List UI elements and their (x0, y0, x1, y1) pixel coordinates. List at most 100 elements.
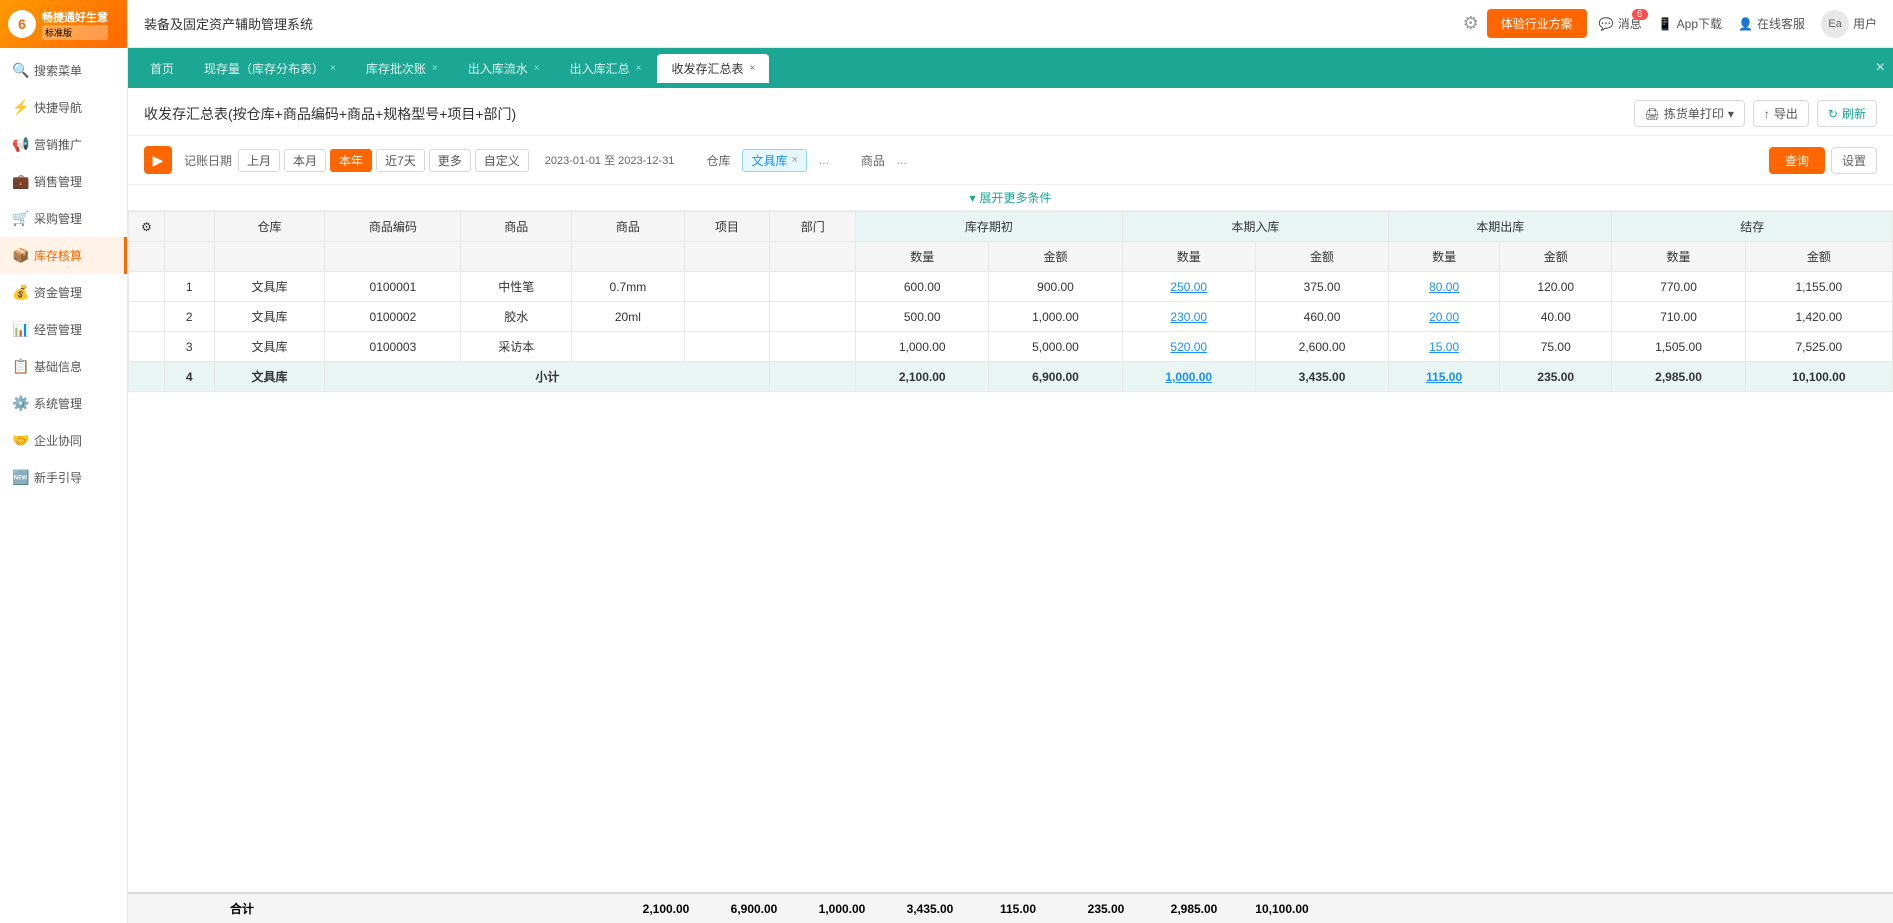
sidebar-icon-3: 💼 (12, 173, 28, 190)
col-no (165, 212, 215, 242)
sub-in-qty: 数量 (1122, 242, 1255, 272)
export-button[interactable]: ↑ 导出 (1753, 100, 1809, 127)
sidebar-item-6[interactable]: 💰资金管理 (0, 274, 127, 311)
out-qty-link[interactable]: 15.00 (1429, 340, 1459, 354)
sidebar-item-7[interactable]: 📊经营管理 (0, 311, 127, 348)
trial-button[interactable]: 体验行业方案 (1487, 9, 1587, 38)
col-settings[interactable]: ⚙ (129, 212, 165, 242)
refresh-button[interactable]: ↻ 刷新 (1817, 100, 1877, 127)
tab-close-3[interactable]: × (534, 63, 540, 74)
out-qty-link[interactable]: 115.00 (1426, 370, 1462, 384)
footer-in-amt: 3,435.00 (886, 902, 974, 916)
date-btn-2[interactable]: 本年 (330, 149, 372, 172)
filter-setting-button[interactable]: 设置 (1831, 147, 1877, 174)
sidebar-item-5[interactable]: 📦库存核算 (0, 237, 127, 274)
footer-bal-qty: 2,985.00 (1150, 902, 1238, 916)
sidebar-item-3[interactable]: 💼销售管理 (0, 163, 127, 200)
sub-bal-qty: 数量 (1612, 242, 1745, 272)
warehouse-tag-close[interactable]: × (791, 154, 797, 166)
col-spec-header: 商品 (572, 212, 684, 242)
tab-0[interactable]: 首页 (136, 54, 188, 83)
query-button[interactable]: 查询 (1769, 147, 1825, 174)
warehouse-tag[interactable]: 文具库 × (742, 149, 806, 172)
sidebar-item-4[interactable]: 🛒采购管理 (0, 200, 127, 237)
tab-3[interactable]: 出入库流水 × (454, 54, 554, 83)
cell-bal-amt: 7,525.00 (1745, 332, 1892, 362)
sidebar-nav: 🔍搜索菜单⚡快捷导航📢营销推广💼销售管理🛒采购管理📦库存核算💰资金管理📊经营管理… (0, 48, 127, 923)
tab-bar: 首页现存量（库存分布表）×库存批次账×出入库流水×出入库汇总×收发存汇总表×× (128, 48, 1893, 88)
logo-icon: 6 (8, 10, 36, 38)
warehouse-more[interactable]: ... (819, 153, 829, 167)
app-download-item[interactable]: 📱 App下载 (1658, 15, 1722, 32)
print-button[interactable]: 🖨 拣货单打印 ▾ (1634, 100, 1745, 127)
cell-no: 2 (165, 302, 215, 332)
sidebar-item-10[interactable]: 🤝企业协同 (0, 422, 127, 459)
sidebar-label-10: 企业协同 (34, 432, 82, 449)
table-row: 4 文具库 小计 2,100.00 6,900.00 1,000.00 3,43… (129, 362, 1893, 392)
col-dept-header: 部门 (770, 212, 856, 242)
sidebar-item-2[interactable]: 📢营销推广 (0, 126, 127, 163)
filter-expand-button[interactable]: ▶ (144, 146, 172, 174)
tab-close-2[interactable]: × (432, 63, 438, 74)
cell-settings (129, 332, 165, 362)
sidebar-label-8: 基础信息 (34, 358, 82, 375)
sidebar-label-6: 资金管理 (34, 284, 82, 301)
sidebar-label-2: 营销推广 (34, 136, 82, 153)
sidebar-item-9[interactable]: ⚙️系统管理 (0, 385, 127, 422)
cell-name: 胶水 (461, 302, 572, 332)
tab-2[interactable]: 库存批次账× (352, 54, 452, 83)
print-icon: 🖨 (1645, 107, 1660, 121)
expand-label: 展开更多条件 (980, 189, 1052, 206)
tab-bar-close-all[interactable]: × (1876, 59, 1885, 77)
out-qty-link[interactable]: 20.00 (1429, 310, 1459, 324)
tab-close-5[interactable]: × (749, 63, 755, 74)
sidebar-item-1[interactable]: ⚡快捷导航 (0, 89, 127, 126)
date-btn-1[interactable]: 本月 (284, 149, 326, 172)
in-qty-link[interactable]: 230.00 (1170, 310, 1207, 324)
sidebar-item-11[interactable]: 🆕新手引导 (0, 459, 127, 496)
in-qty-link[interactable]: 1,000.00 (1165, 370, 1212, 384)
cell-open-amt: 6,900.00 (989, 362, 1122, 392)
sub-settings (129, 242, 165, 272)
settings-icon[interactable]: ⚙ (1463, 13, 1479, 34)
sub-name (461, 242, 572, 272)
sidebar-item-0[interactable]: 🔍搜索菜单 (0, 52, 127, 89)
cell-out-amt: 40.00 (1500, 302, 1612, 332)
date-btn-4[interactable]: 更多 (429, 149, 471, 172)
footer-label: 合计 (202, 900, 282, 917)
user-item[interactable]: Ea 用户 (1821, 10, 1877, 38)
date-btn-3[interactable]: 近7天 (376, 149, 425, 172)
expand-conditions-bar[interactable]: ▾ 展开更多条件 (128, 185, 1893, 211)
tab-5[interactable]: 收发存汇总表× (657, 54, 769, 83)
cell-open-qty: 500.00 (856, 302, 989, 332)
group-opening-header: 库存期初 (856, 212, 1123, 242)
tab-1[interactable]: 现存量（库存分布表）× (190, 54, 350, 83)
chevron-down-icon: ▾ (1728, 107, 1734, 121)
sidebar-logo: 6 畅捷通好生意 标准版 (0, 0, 127, 48)
cell-no: 4 (165, 362, 215, 392)
cell-subtotal: 小计 (325, 362, 770, 392)
cell-bal-qty: 710.00 (1612, 302, 1745, 332)
goods-label: 商品 (861, 152, 885, 169)
date-btn-0[interactable]: 上月 (238, 149, 280, 172)
tab-close-4[interactable]: × (636, 63, 642, 74)
cell-dept (770, 272, 856, 302)
cell-dept (770, 302, 856, 332)
tab-label-3: 出入库流水 (468, 60, 528, 77)
date-btn-5[interactable]: 自定义 (475, 149, 529, 172)
online-service-item[interactable]: 👤 在线客服 (1738, 15, 1805, 32)
sub-no (165, 242, 215, 272)
footer-open-qty: 2,100.00 (622, 902, 710, 916)
goods-more[interactable]: ... (897, 153, 907, 167)
out-qty-link[interactable]: 80.00 (1429, 280, 1459, 294)
in-qty-link[interactable]: 250.00 (1170, 280, 1207, 294)
sidebar-item-8[interactable]: 📋基础信息 (0, 348, 127, 385)
tab-close-1[interactable]: × (330, 63, 336, 74)
tab-4[interactable]: 出入库汇总× (556, 54, 656, 83)
message-icon: 💬 (1599, 17, 1614, 31)
in-qty-link[interactable]: 520.00 (1170, 340, 1207, 354)
logo-text: 畅捷通好生意 标准版 (42, 9, 108, 40)
message-item[interactable]: 💬 消息 6 (1599, 15, 1642, 32)
expand-icon: ▾ (969, 191, 975, 205)
cell-warehouse: 文具库 (214, 302, 325, 332)
